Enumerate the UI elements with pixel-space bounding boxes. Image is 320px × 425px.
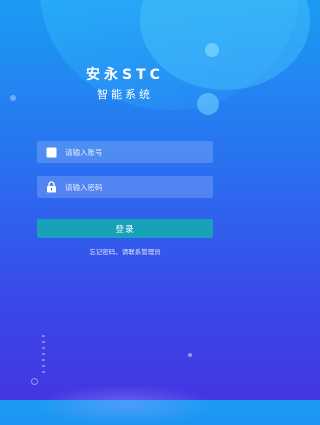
decorative-bubble-small [205, 43, 219, 57]
forgot-password-hint: 忘记密码，请联系管理员 [89, 248, 161, 256]
decorative-ring [31, 378, 38, 385]
lock-icon [45, 181, 57, 193]
username-field[interactable] [37, 141, 213, 163]
password-field[interactable] [37, 176, 213, 198]
app-subtitle: 智能系统 [97, 88, 153, 101]
login-button[interactable]: 登录 [37, 219, 213, 238]
username-input[interactable] [65, 147, 213, 157]
user-square-icon [45, 146, 57, 158]
app-title: 安永STC [86, 67, 164, 83]
password-input[interactable] [65, 182, 213, 192]
decorative-bottom-glow [35, 385, 215, 425]
decorative-dot-right [188, 353, 192, 357]
decorative-dotted-line [42, 335, 45, 375]
